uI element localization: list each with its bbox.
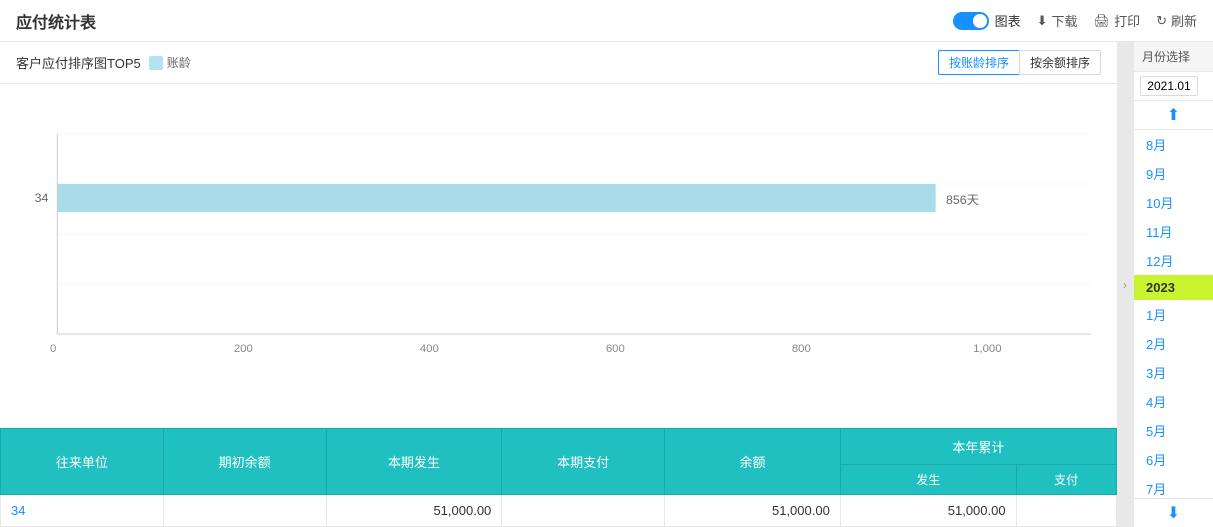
sort-buttons: 按账龄排序 按余额排序 <box>938 50 1101 75</box>
toggle-thumb <box>973 14 987 28</box>
chart-toggle-label: 图表 <box>995 11 1021 30</box>
collapse-button[interactable]: › <box>1117 42 1133 527</box>
month-item[interactable]: 3月 <box>1134 358 1213 387</box>
svg-text:600: 600 <box>606 343 625 354</box>
month-item[interactable]: 2月 <box>1134 329 1213 358</box>
cell-occurrence: 51,000.00 <box>326 495 502 527</box>
svg-text:34: 34 <box>35 191 49 205</box>
col-ytd-occurrence: 发生 <box>840 465 1016 495</box>
col-occurrence: 本期发生 <box>326 429 502 495</box>
chart-toolbar: 客户应付排序图TOP5 账龄 按账龄排序 按余额排序 <box>0 42 1117 84</box>
down-icon: ⬇ <box>1167 503 1180 523</box>
month-item[interactable]: 2023 <box>1134 275 1213 300</box>
legend-item: 账龄 <box>149 54 191 71</box>
svg-text:200: 200 <box>234 343 253 354</box>
col-ytd-payment: 支付 <box>1016 465 1116 495</box>
svg-text:1,000: 1,000 <box>973 343 1001 354</box>
cell-payment <box>502 495 665 527</box>
toggle-track[interactable] <box>953 12 989 30</box>
table-row: 34 51,000.00 51,000.00 51,000.00 <box>1 495 1117 527</box>
print-label: 打印 <box>1114 11 1140 30</box>
col-unit: 往来单位 <box>1 429 164 495</box>
sidebar-header: 月份选择 <box>1134 42 1213 72</box>
svg-text:856天: 856天 <box>946 193 979 207</box>
refresh-button[interactable]: ↻ 刷新 <box>1156 11 1197 30</box>
download-button[interactable]: ⬇ 下载 <box>1037 11 1078 30</box>
sidebar-header-label: 月份选择 <box>1142 48 1190 65</box>
table-section: 往来单位 期初余额 本期发生 本期支付 余额 本年累计 发生 支付 <box>0 428 1117 527</box>
data-table: 往来单位 期初余额 本期发生 本期支付 余额 本年累计 发生 支付 <box>0 428 1117 527</box>
refresh-icon: ↻ <box>1156 13 1167 29</box>
cell-opening <box>163 495 326 527</box>
cell-unit: 34 <box>1 495 164 527</box>
header-actions: 图表 ⬇ 下载 🖨 打印 ↻ 刷新 <box>953 11 1197 30</box>
bar-chart: 34 856天 0 <box>16 94 1101 354</box>
col-payment: 本期支付 <box>502 429 665 495</box>
month-item[interactable]: 7月 <box>1134 474 1213 498</box>
year-input[interactable] <box>1140 76 1198 96</box>
month-item[interactable]: 4月 <box>1134 387 1213 416</box>
month-item[interactable]: 8月 <box>1134 130 1213 159</box>
page-title: 应付统计表 <box>16 9 96 33</box>
chart-wrapper: 34 856天 0 <box>0 84 1117 428</box>
cell-balance: 51,000.00 <box>665 495 841 527</box>
chart-toggle[interactable]: 图表 <box>953 11 1021 30</box>
month-item[interactable]: 6月 <box>1134 445 1213 474</box>
col-balance: 余额 <box>665 429 841 495</box>
print-icon: 🖨 <box>1094 13 1111 29</box>
month-item[interactable]: 1月 <box>1134 300 1213 329</box>
legend-color-dot <box>149 56 163 70</box>
download-label: 下载 <box>1052 11 1078 30</box>
month-item[interactable]: 12月 <box>1134 246 1213 275</box>
download-icon: ⬇ <box>1037 13 1048 29</box>
cell-ytd-payment <box>1016 495 1116 527</box>
collapse-icon: › <box>1123 278 1127 292</box>
month-item[interactable]: 11月 <box>1134 217 1213 246</box>
svg-text:0: 0 <box>50 343 56 354</box>
legend-label: 账龄 <box>167 54 191 71</box>
cell-ytd-occurrence: 51,000.00 <box>840 495 1016 527</box>
col-ytd: 本年累计 <box>840 429 1116 465</box>
col-opening: 期初余额 <box>163 429 326 495</box>
month-down-button[interactable]: ⬇ <box>1134 498 1213 527</box>
svg-text:400: 400 <box>420 343 439 354</box>
sort-by-age-button[interactable]: 按账龄排序 <box>938 50 1019 75</box>
svg-text:800: 800 <box>792 343 811 354</box>
table-header-row: 往来单位 期初余额 本期发生 本期支付 余额 本年累计 <box>1 429 1117 465</box>
month-up-button[interactable]: ⬆ <box>1134 101 1213 130</box>
sidebar: 月份选择 ⬆ 8月9月10月11月12月20231月2月3月4月5月6月7月 ⬇ <box>1133 42 1213 527</box>
chart-legend: 客户应付排序图TOP5 账龄 <box>16 53 191 72</box>
month-item[interactable]: 5月 <box>1134 416 1213 445</box>
sidebar-months: 8月9月10月11月12月20231月2月3月4月5月6月7月 <box>1134 130 1213 498</box>
unit-link[interactable]: 34 <box>11 503 25 518</box>
refresh-label: 刷新 <box>1171 11 1197 30</box>
sort-by-balance-button[interactable]: 按余额排序 <box>1019 50 1101 75</box>
up-icon: ⬆ <box>1167 105 1180 125</box>
month-item[interactable]: 10月 <box>1134 188 1213 217</box>
chart-title-label: 客户应付排序图TOP5 <box>16 53 141 72</box>
month-item[interactable]: 9月 <box>1134 159 1213 188</box>
print-button[interactable]: 🖨 打印 <box>1094 11 1141 30</box>
